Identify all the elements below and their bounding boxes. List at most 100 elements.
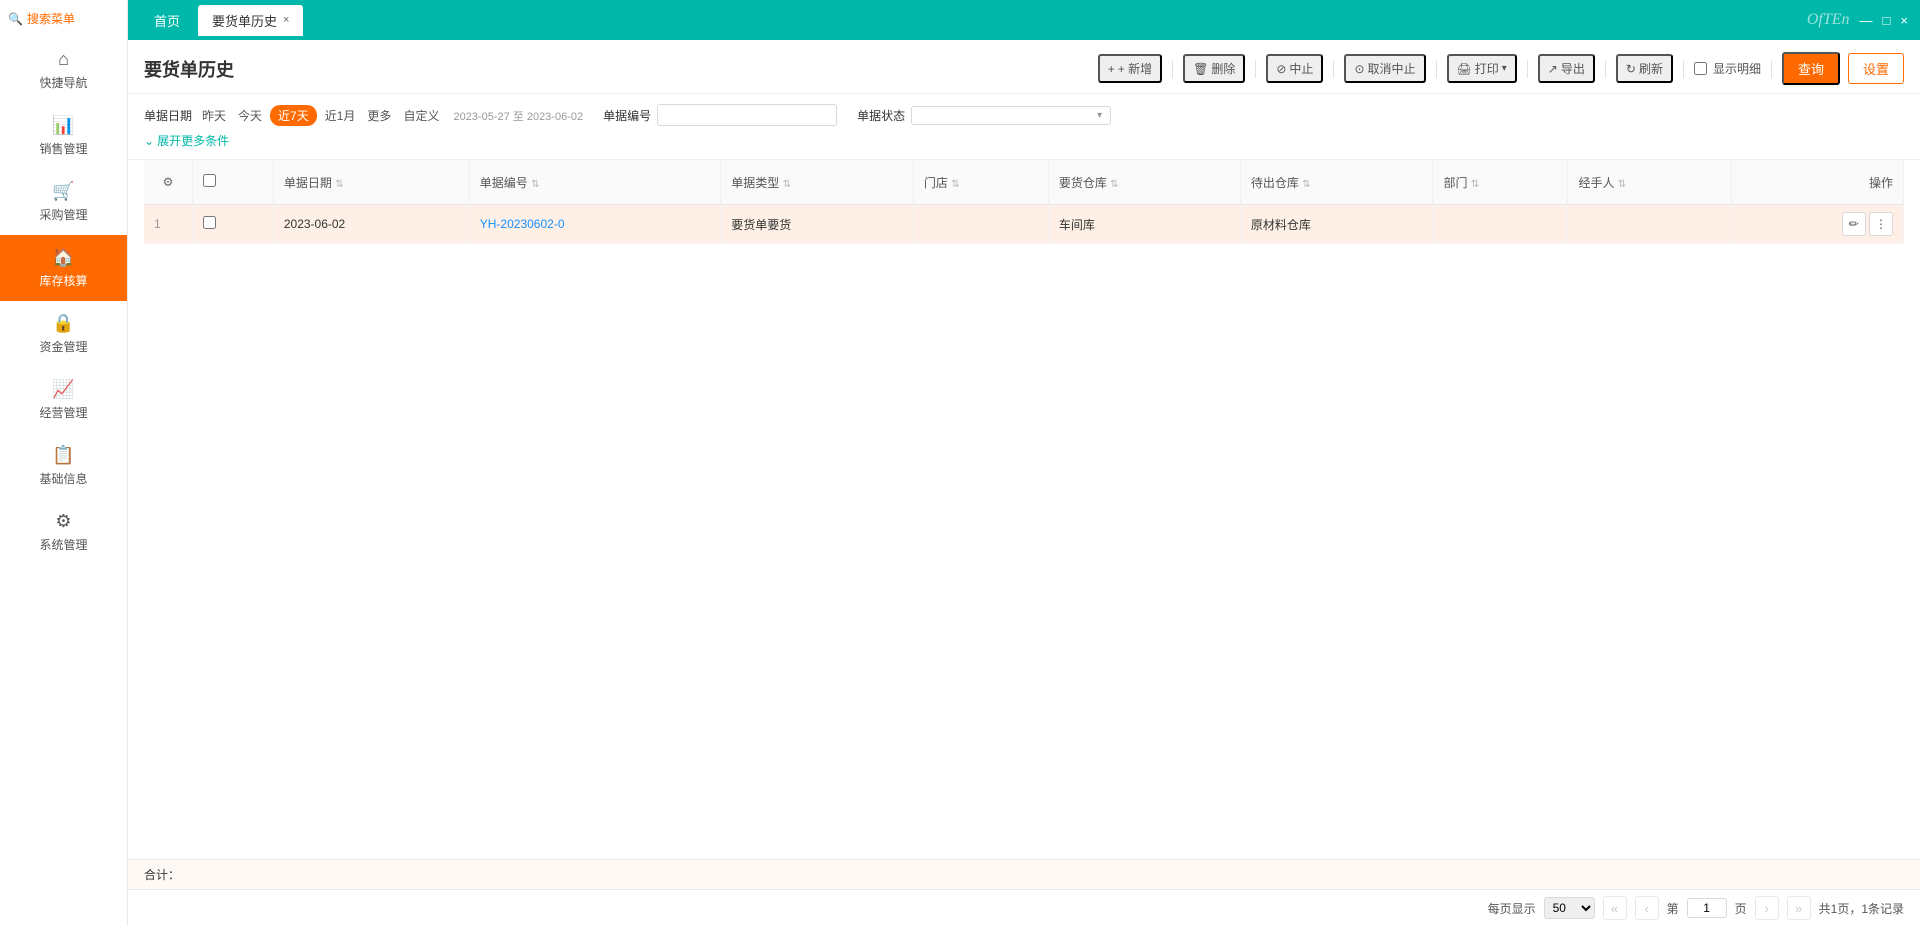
row-docno-link[interactable]: YH-20230602-0: [480, 217, 565, 231]
col-req-warehouse[interactable]: 要货仓库 ⇅: [1048, 160, 1240, 205]
table-row: 1 2023-06-02 YH-20230602-0 要货单要货: [144, 205, 1904, 244]
next-page-button[interactable]: ›: [1755, 896, 1779, 920]
sidebar-item-label: 经营管理: [39, 404, 87, 421]
col-operation: 操作: [1731, 160, 1903, 205]
row-req-warehouse-cell: 车间库: [1048, 205, 1240, 244]
delete-button[interactable]: 🗑 删除: [1183, 54, 1245, 83]
page-number-input[interactable]: [1687, 898, 1727, 918]
stop-label: 中止: [1289, 60, 1313, 77]
shortcut-today[interactable]: 今天: [234, 105, 266, 126]
first-page-button[interactable]: «: [1603, 896, 1627, 920]
table-container: ⚙ 单据日期 ⇅ 单据编号 ⇅: [128, 160, 1920, 859]
divider-8: [1771, 60, 1772, 78]
show-detail-toggle[interactable]: 显示明细: [1694, 60, 1761, 77]
status-select[interactable]: ▾: [911, 106, 1111, 125]
col-pending-warehouse[interactable]: 待出仓库 ⇅: [1240, 160, 1433, 205]
sidebar-search-label: 搜索菜单: [27, 10, 75, 27]
inventory-icon: 🏠: [52, 247, 74, 268]
delete-icon: 🗑: [1193, 62, 1208, 76]
topbar: 首页 要货单历史 × OfTEn — □ ×: [128, 0, 1920, 40]
filter-area: 单据日期 昨天 今天 近7天 近1月 更多 自定义 2023-05-27 至 2…: [128, 94, 1920, 160]
export-button[interactable]: ↗ 导出: [1538, 54, 1595, 83]
row-checkbox-cell[interactable]: [193, 205, 274, 244]
page-container: 要货单历史 + + 新增 🗑 删除 ⊘ 中止 ⊙: [128, 40, 1920, 926]
sidebar-search[interactable]: 🔍 搜索菜单: [0, 0, 127, 37]
shortcut-7days[interactable]: 近7天: [270, 105, 317, 126]
col-doctype[interactable]: 单据类型 ⇅: [721, 160, 914, 205]
page-size-select[interactable]: 50 20 100 200: [1544, 897, 1595, 919]
row-operation-cell: ✏ ⋮: [1731, 205, 1903, 244]
col-checkbox[interactable]: [193, 160, 274, 205]
new-button[interactable]: + + 新增: [1098, 54, 1162, 83]
shortcut-yesterday[interactable]: 昨天: [198, 105, 230, 126]
row-department-cell: [1433, 205, 1568, 244]
stop-button[interactable]: ⊘ 中止: [1266, 54, 1323, 83]
operation-icon: 📈: [52, 379, 74, 400]
sidebar-item-system[interactable]: ⚙ 系统管理: [0, 499, 127, 565]
sort-icon-req-warehouse: ⇅: [1110, 179, 1118, 190]
col-doctype-label: 单据类型: [731, 176, 779, 190]
close-button[interactable]: ×: [1900, 13, 1908, 28]
col-operation-label: 操作: [1869, 176, 1893, 190]
column-settings-icon[interactable]: ⚙: [154, 168, 182, 196]
cancel-stop-icon: ⊙: [1354, 62, 1364, 76]
docno-input[interactable]: [657, 104, 837, 126]
row-date-cell: 2023-06-02: [273, 205, 469, 244]
col-req-warehouse-label: 要货仓库: [1059, 176, 1107, 190]
refresh-icon: ↻: [1626, 62, 1636, 76]
divider-2: [1255, 60, 1256, 78]
export-label: 导出: [1561, 60, 1585, 77]
date-filter-label: 单据日期: [144, 107, 192, 124]
export-icon: ↗: [1548, 62, 1558, 76]
col-pending-warehouse-label: 待出仓库: [1251, 176, 1299, 190]
stop-icon: ⊘: [1276, 62, 1286, 76]
shortcut-custom[interactable]: 自定义: [399, 105, 443, 126]
prev-page-button[interactable]: ‹: [1635, 896, 1659, 920]
page-label-after: 页: [1735, 900, 1747, 917]
minimize-button[interactable]: —: [1860, 13, 1873, 28]
row-num-cell: 1: [144, 205, 193, 244]
cancel-stop-button[interactable]: ⊙ 取消中止: [1344, 54, 1425, 83]
settings-button[interactable]: 设置: [1848, 53, 1904, 84]
col-department-label: 部门: [1443, 176, 1467, 190]
select-all-checkbox[interactable]: [203, 174, 216, 187]
maximize-button[interactable]: □: [1883, 13, 1891, 28]
sidebar-item-operation[interactable]: 📈 经营管理: [0, 367, 127, 433]
sidebar-item-quick-nav[interactable]: ⌂ 快捷导航: [0, 37, 127, 103]
expand-more-btn[interactable]: ⌄ 展开更多条件: [144, 132, 1904, 149]
row-checkbox[interactable]: [203, 216, 216, 229]
col-date[interactable]: 单据日期 ⇅: [273, 160, 469, 205]
sidebar-item-purchase[interactable]: 🛒 采购管理: [0, 169, 127, 235]
print-button[interactable]: 🖨 打印 ▾: [1447, 54, 1517, 83]
tab-close-icon[interactable]: ×: [283, 14, 289, 26]
sidebar-item-basic[interactable]: 📋 基础信息: [0, 433, 127, 499]
row-pending-warehouse-cell: 原材料仓库: [1240, 205, 1433, 244]
sidebar-item-finance[interactable]: 🔒 资金管理: [0, 301, 127, 367]
col-department[interactable]: 部门 ⇅: [1433, 160, 1568, 205]
row-more-button[interactable]: ⋮: [1869, 212, 1893, 236]
shortcut-1month[interactable]: 近1月: [321, 105, 360, 126]
col-handler[interactable]: 经手人 ⇅: [1568, 160, 1731, 205]
tab-active[interactable]: 要货单历史 ×: [198, 5, 303, 36]
row-req-warehouse: 车间库: [1059, 218, 1095, 232]
refresh-button[interactable]: ↻ 刷新: [1616, 54, 1673, 83]
row-docno-cell[interactable]: YH-20230602-0: [469, 205, 720, 244]
sidebar-item-label: 快捷导航: [39, 74, 87, 91]
page-header: 要货单历史 + + 新增 🗑 删除 ⊘ 中止 ⊙: [128, 40, 1920, 94]
tab-home[interactable]: 首页: [140, 5, 194, 36]
show-detail-checkbox[interactable]: [1694, 62, 1707, 75]
row-edit-button[interactable]: ✏: [1842, 212, 1866, 236]
sidebar-item-sales[interactable]: 📊 销售管理: [0, 103, 127, 169]
col-settings[interactable]: ⚙: [144, 160, 193, 205]
status-dropdown-icon: ▾: [1097, 110, 1102, 121]
tab-home-label: 首页: [154, 11, 180, 30]
row-num: 1: [154, 217, 161, 231]
col-store[interactable]: 门店 ⇅: [913, 160, 1048, 205]
shortcut-more[interactable]: 更多: [363, 105, 395, 126]
col-docno[interactable]: 单据编号 ⇅: [469, 160, 720, 205]
home-icon: ⌂: [58, 49, 69, 70]
query-button[interactable]: 查询: [1782, 52, 1840, 85]
search-icon: 🔍: [8, 12, 23, 26]
sidebar-item-inventory[interactable]: 🏠 库存核算: [0, 235, 127, 301]
last-page-button[interactable]: »: [1787, 896, 1811, 920]
